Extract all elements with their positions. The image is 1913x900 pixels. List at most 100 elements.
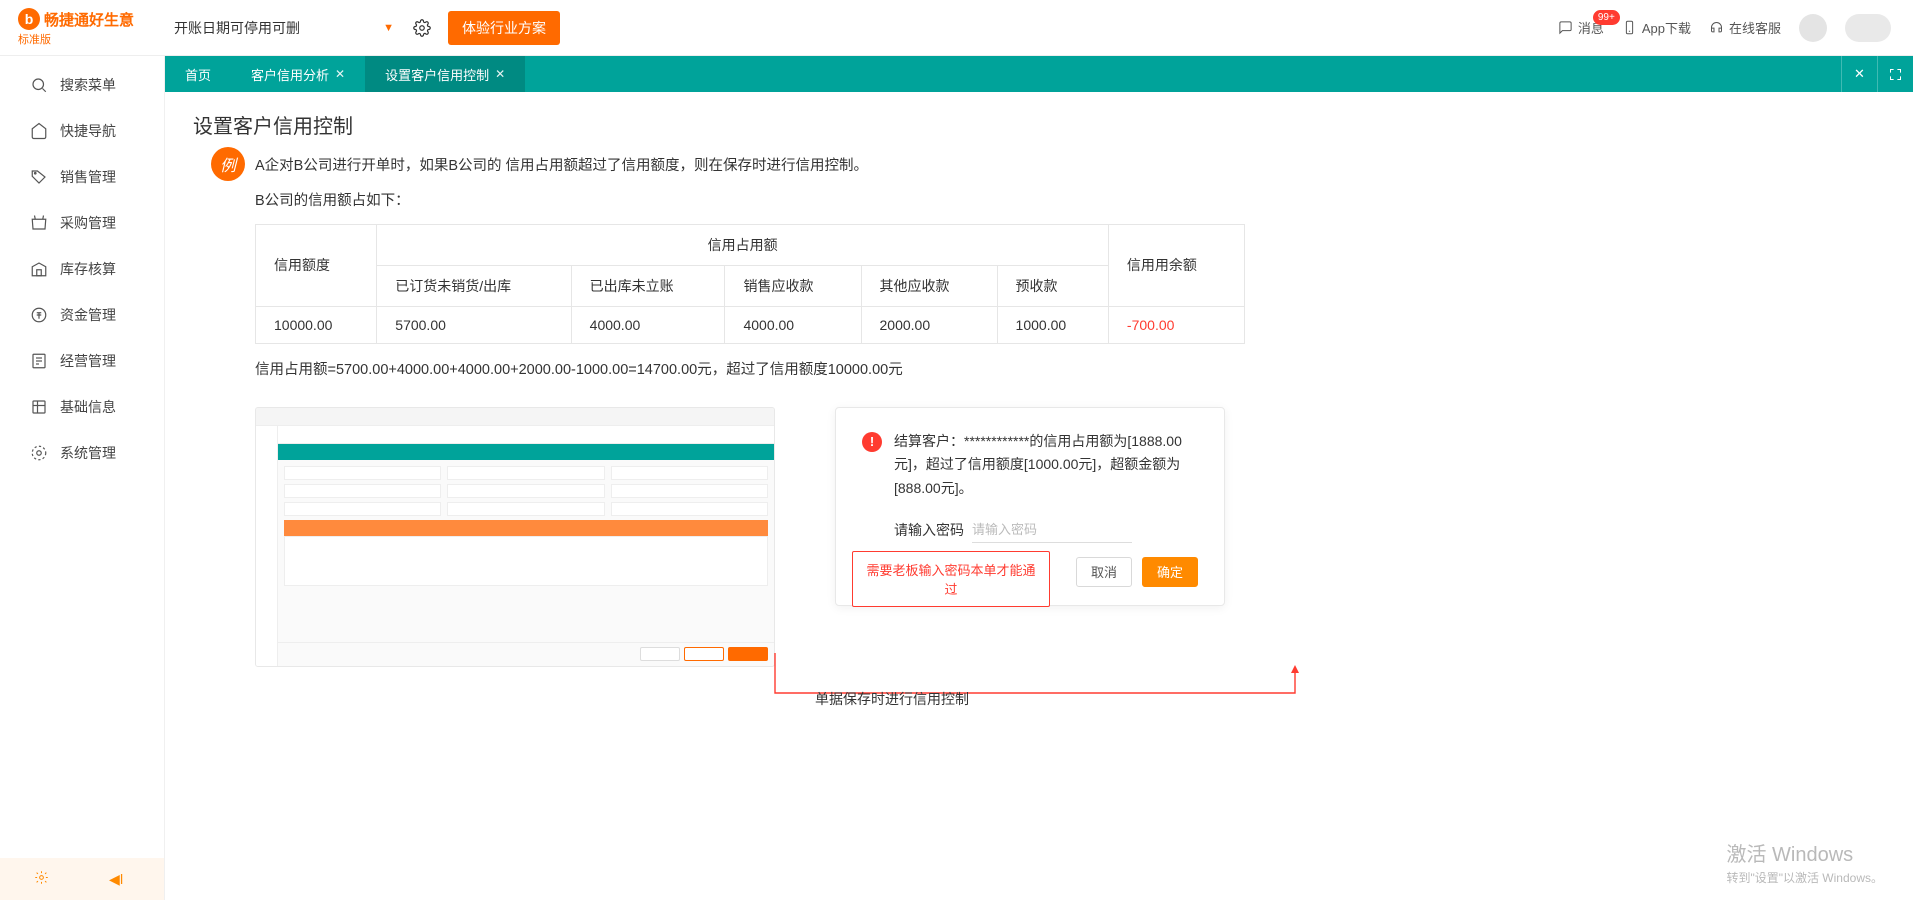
sidebar-item-label: 基础信息 xyxy=(60,397,116,417)
cancel-button[interactable]: 取消 xyxy=(1076,557,1132,587)
dialog-note: 需要老板输入密码本单才能通过 xyxy=(852,551,1050,607)
formula-text: 信用占用额=5700.00+4000.00+4000.00+2000.00-10… xyxy=(255,358,1867,379)
th-occupy: 信用占用额 xyxy=(377,224,1109,265)
brand-edition: 标准版 xyxy=(18,31,51,47)
header-right: 消息 99+ App下载 在线客服 xyxy=(1558,14,1901,42)
footer-gear-icon[interactable] xyxy=(34,870,49,888)
search-icon xyxy=(30,76,48,94)
tab-label: 客户信用分析 xyxy=(251,65,329,84)
diagram-caption: 单据保存时进行信用控制 xyxy=(815,689,969,709)
th-sub: 已出库未立账 xyxy=(571,265,725,306)
sidebar-item-sales[interactable]: 销售管理 xyxy=(0,154,164,200)
industry-plan-label: 体验行业方案 xyxy=(462,18,546,38)
sidebar-item-label: 系统管理 xyxy=(60,443,116,463)
user-menu[interactable] xyxy=(1845,14,1891,42)
password-label: 请输入密码 xyxy=(894,520,964,540)
sidebar: 搜索菜单 快捷导航 销售管理 采购管理 库存核算 资金管理 xyxy=(0,56,165,900)
sidebar-item-label: 采购管理 xyxy=(60,213,116,233)
tag-icon xyxy=(30,168,48,186)
th-balance: 信用用余额 xyxy=(1108,224,1244,306)
app-download-link[interactable]: App下载 xyxy=(1622,18,1691,37)
sidebar-item-label: 快捷导航 xyxy=(60,121,116,141)
app-download-label: App下载 xyxy=(1642,18,1691,37)
settings-button[interactable] xyxy=(404,10,440,46)
tab-credit-analysis[interactable]: 客户信用分析 ✕ xyxy=(231,56,365,92)
cell-balance: -700.00 xyxy=(1108,306,1244,343)
user-avatar[interactable] xyxy=(1799,14,1827,42)
support-label: 在线客服 xyxy=(1729,18,1781,37)
support-link[interactable]: 在线客服 xyxy=(1709,18,1781,37)
cell-value: 2000.00 xyxy=(861,306,997,343)
home-icon xyxy=(30,122,48,140)
dialog-message: 结算客户：************的信用占用额为[1888.00元]，超过了信用… xyxy=(894,430,1198,501)
th-sub: 预收款 xyxy=(997,265,1108,306)
sidebar-item-inventory[interactable]: 库存核算 xyxy=(0,246,164,292)
th-sub: 其他应收款 xyxy=(861,265,997,306)
main-area: 首页 客户信用分析 ✕ 设置客户信用控制 ✕ ✕ 设置客户信用控制 例 A企对B公司… xyxy=(165,56,1913,900)
credit-table: 信用额度 信用占用额 信用用余额 已订货未销货/出库 已出库未立账 销售应收款 … xyxy=(255,224,1245,344)
close-icon[interactable]: ✕ xyxy=(335,67,345,81)
headset-icon xyxy=(1709,20,1724,35)
sidebar-item-label: 销售管理 xyxy=(60,167,116,187)
ok-button[interactable]: 确定 xyxy=(1142,557,1198,587)
cell-value: 4000.00 xyxy=(725,306,861,343)
sidebar-footer: ◀ǀ xyxy=(0,858,164,900)
sidebar-item-label: 资金管理 xyxy=(60,305,116,325)
page-body: 设置客户信用控制 例 A企对B公司进行开单时，如果B公司的 信用占用额超过了信用… xyxy=(165,92,1913,900)
cell-limit: 10000.00 xyxy=(256,306,377,343)
save-button-highlight xyxy=(728,647,768,661)
sidebar-item-label: 库存核算 xyxy=(60,259,116,279)
th-sub: 销售应收款 xyxy=(725,265,861,306)
warning-icon: ! xyxy=(862,432,882,452)
sidebar-item-purchase[interactable]: 采购管理 xyxy=(0,200,164,246)
table-row: 10000.00 5700.00 4000.00 4000.00 2000.00… xyxy=(256,306,1245,343)
sidebar-item-system[interactable]: 系统管理 xyxy=(0,430,164,476)
form-screenshot xyxy=(255,407,775,667)
collapse-icon[interactable]: ◀ǀ xyxy=(109,871,123,888)
cell-value: 1000.00 xyxy=(997,306,1108,343)
tab-close-all[interactable]: ✕ xyxy=(1841,56,1877,92)
password-input[interactable] xyxy=(972,517,1132,543)
sidebar-item-label: 经营管理 xyxy=(60,351,116,371)
th-limit: 信用额度 xyxy=(256,224,377,306)
sidebar-item-finance[interactable]: 资金管理 xyxy=(0,292,164,338)
sidebar-item-basedata[interactable]: 基础信息 xyxy=(0,384,164,430)
messages-link[interactable]: 消息 99+ xyxy=(1558,18,1604,37)
tabbar: 首页 客户信用分析 ✕ 设置客户信用控制 ✕ ✕ xyxy=(165,56,1913,92)
sidebar-item-operations[interactable]: 经营管理 xyxy=(0,338,164,384)
example-badge-icon: 例 xyxy=(211,147,245,181)
coin-icon xyxy=(30,306,48,324)
messages-badge: 99+ xyxy=(1593,10,1620,25)
data-icon xyxy=(30,398,48,416)
tab-label: 设置客户信用控制 xyxy=(385,65,489,84)
close-icon[interactable]: ✕ xyxy=(495,67,505,81)
cell-value: 4000.00 xyxy=(571,306,725,343)
brand-logo: b 畅捷通好生意 标准版 xyxy=(12,8,164,47)
tab-home[interactable]: 首页 xyxy=(165,56,231,92)
cancel-label: 取消 xyxy=(1091,562,1117,581)
example-text-2: B公司的信用额占如下： xyxy=(255,189,1867,210)
example-section: 例 A企对B公司进行开单时，如果B公司的 信用占用额超过了信用额度，则在保存时进… xyxy=(193,153,1885,685)
example-text-1: A企对B公司进行开单时，如果B公司的 信用占用额超过了信用额度，则在保存时进行信… xyxy=(255,153,1867,181)
industry-plan-button[interactable]: 体验行业方案 xyxy=(448,11,560,45)
ok-label: 确定 xyxy=(1157,562,1183,581)
cell-value: 5700.00 xyxy=(377,306,571,343)
sidebar-item-quicknav[interactable]: 快捷导航 xyxy=(0,108,164,154)
tab-credit-control[interactable]: 设置客户信用控制 ✕ xyxy=(365,56,525,92)
gear-icon xyxy=(413,19,431,37)
chevron-down-icon: ▼ xyxy=(383,22,394,34)
tab-fullscreen[interactable] xyxy=(1877,56,1913,92)
message-icon xyxy=(1558,20,1573,35)
sidebar-item-search[interactable]: 搜索菜单 xyxy=(0,62,164,108)
account-selector[interactable]: 开账日期可停用可删 ▼ xyxy=(164,10,404,46)
report-icon xyxy=(30,352,48,370)
warehouse-icon xyxy=(30,260,48,278)
brand-name: 畅捷通好生意 xyxy=(44,9,134,30)
account-selector-label: 开账日期可停用可删 xyxy=(174,18,300,38)
th-sub: 已订货未销货/出库 xyxy=(377,265,571,306)
page-title: 设置客户信用控制 xyxy=(193,110,1885,139)
brand-mark-icon: b xyxy=(18,8,40,30)
sidebar-item-label: 搜索菜单 xyxy=(60,75,116,95)
bag-icon xyxy=(30,214,48,232)
phone-icon xyxy=(1622,20,1637,35)
